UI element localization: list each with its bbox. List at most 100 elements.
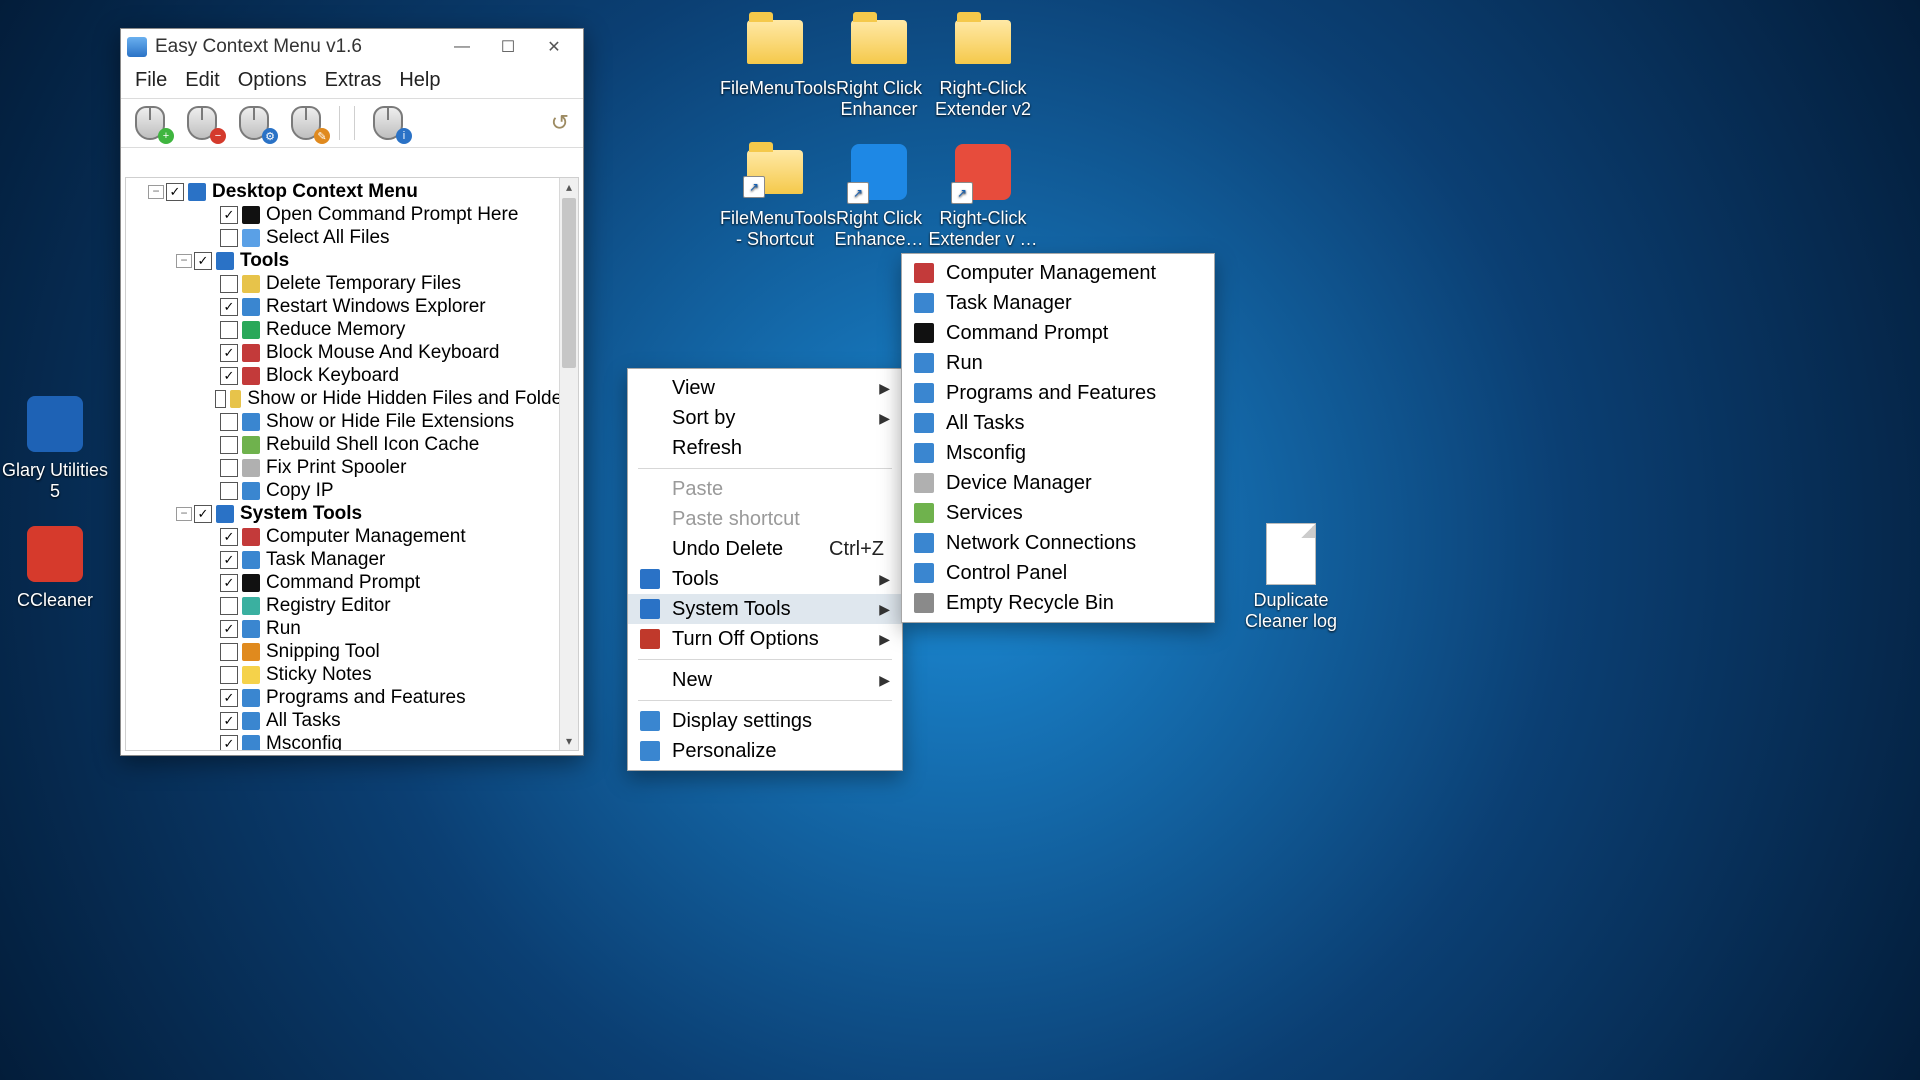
- checkbox[interactable]: [220, 413, 238, 431]
- remove-button[interactable]: −: [179, 103, 225, 143]
- close-button[interactable]: ✕: [531, 32, 577, 62]
- checkbox[interactable]: [215, 390, 227, 408]
- tree-row[interactable]: ✓Programs and Features: [130, 686, 578, 709]
- tree-row[interactable]: ✓Run: [130, 617, 578, 640]
- checkbox[interactable]: [220, 436, 238, 454]
- checkbox[interactable]: ✓: [220, 735, 238, 752]
- menu-item[interactable]: Computer Management: [902, 258, 1214, 288]
- menu-edit[interactable]: Edit: [185, 69, 219, 92]
- minimize-button[interactable]: —: [439, 32, 485, 62]
- menu-item[interactable]: Tools▶: [628, 564, 902, 594]
- checkbox[interactable]: ✓: [220, 298, 238, 316]
- desktop-icon[interactable]: ↗Right-Click Extender v …: [928, 140, 1038, 250]
- scroll-down-icon[interactable]: ▾: [560, 732, 578, 750]
- tree-row[interactable]: Sticky Notes: [130, 663, 578, 686]
- checkbox[interactable]: [220, 666, 238, 684]
- menu-item[interactable]: New▶: [628, 665, 902, 695]
- desktop-icon[interactable]: Right Click Enhancer: [824, 10, 934, 120]
- checkbox[interactable]: ✓: [194, 252, 212, 270]
- menu-item[interactable]: All Tasks: [902, 408, 1214, 438]
- tree-row[interactable]: ✓Block Keyboard: [130, 364, 578, 387]
- tree-row[interactable]: Show or Hide File Extensions: [130, 410, 578, 433]
- tree-row[interactable]: −✓Tools: [130, 249, 578, 272]
- checkbox[interactable]: ✓: [220, 689, 238, 707]
- desktop-icon[interactable]: Duplicate Cleaner log: [1236, 522, 1346, 632]
- tree-row[interactable]: Fix Print Spooler: [130, 456, 578, 479]
- tree-row[interactable]: Rebuild Shell Icon Cache: [130, 433, 578, 456]
- checkbox[interactable]: ✓: [220, 528, 238, 546]
- menu-item[interactable]: Task Manager: [902, 288, 1214, 318]
- maximize-button[interactable]: ☐: [485, 32, 531, 62]
- tree-row[interactable]: Reduce Memory: [130, 318, 578, 341]
- menu-item[interactable]: Services: [902, 498, 1214, 528]
- menu-item[interactable]: Personalize: [628, 736, 902, 766]
- tree-row[interactable]: −✓Desktop Context Menu: [130, 180, 578, 203]
- tree-view[interactable]: −✓Desktop Context Menu✓Open Command Prom…: [125, 177, 579, 751]
- menu-item[interactable]: Sort by▶: [628, 403, 902, 433]
- menu-item[interactable]: Network Connections: [902, 528, 1214, 558]
- tree-row[interactable]: ✓Task Manager: [130, 548, 578, 571]
- menu-file[interactable]: File: [135, 69, 167, 92]
- desktop-icon[interactable]: CCleaner: [0, 522, 110, 611]
- tree-row[interactable]: Delete Temporary Files: [130, 272, 578, 295]
- menu-item[interactable]: Device Manager: [902, 468, 1214, 498]
- settings-button[interactable]: ⚙: [231, 103, 277, 143]
- checkbox[interactable]: ✓: [220, 574, 238, 592]
- tree-row[interactable]: Snipping Tool: [130, 640, 578, 663]
- menu-item[interactable]: Control Panel: [902, 558, 1214, 588]
- menu-help[interactable]: Help: [399, 69, 440, 92]
- expand-toggle[interactable]: −: [176, 254, 192, 268]
- checkbox[interactable]: ✓: [220, 206, 238, 224]
- tree-row[interactable]: ✓Command Prompt: [130, 571, 578, 594]
- scroll-thumb[interactable]: [562, 198, 576, 368]
- menu-item[interactable]: Display settings: [628, 706, 902, 736]
- desktop-icon[interactable]: ↗FileMenuTools - Shortcut: [720, 140, 830, 250]
- menu-item[interactable]: Refresh: [628, 433, 902, 463]
- scroll-up-icon[interactable]: ▴: [560, 178, 578, 196]
- checkbox[interactable]: [220, 643, 238, 661]
- scrollbar[interactable]: ▴ ▾: [559, 178, 578, 750]
- desktop-icon[interactable]: ↗Right Click Enhance…: [824, 140, 934, 250]
- menu-item[interactable]: Programs and Features: [902, 378, 1214, 408]
- expand-toggle[interactable]: −: [176, 507, 192, 521]
- checkbox[interactable]: [220, 597, 238, 615]
- menu-item[interactable]: Command Prompt: [902, 318, 1214, 348]
- menu-extras[interactable]: Extras: [325, 69, 382, 92]
- checkbox[interactable]: [220, 321, 238, 339]
- tree-row[interactable]: −✓System Tools: [130, 502, 578, 525]
- menu-item[interactable]: Undo DeleteCtrl+Z: [628, 534, 902, 564]
- menubar[interactable]: FileEditOptionsExtrasHelp: [121, 65, 583, 98]
- tree-row[interactable]: ✓Open Command Prompt Here: [130, 203, 578, 226]
- system-tools-submenu[interactable]: Computer ManagementTask ManagerCommand P…: [901, 253, 1215, 623]
- desktop-context-menu[interactable]: View▶Sort by▶RefreshPastePaste shortcutU…: [627, 368, 903, 771]
- checkbox[interactable]: ✓: [220, 367, 238, 385]
- checkbox[interactable]: [220, 482, 238, 500]
- checkbox[interactable]: [220, 275, 238, 293]
- checkbox[interactable]: ✓: [220, 551, 238, 569]
- checkbox[interactable]: ✓: [194, 505, 212, 523]
- checkbox[interactable]: [220, 459, 238, 477]
- tree-row[interactable]: ✓Restart Windows Explorer: [130, 295, 578, 318]
- clean-button[interactable]: ✎: [283, 103, 329, 143]
- menu-item[interactable]: Msconfig: [902, 438, 1214, 468]
- checkbox[interactable]: ✓: [166, 183, 184, 201]
- menu-item[interactable]: Turn Off Options▶: [628, 624, 902, 654]
- menu-item[interactable]: System Tools▶: [628, 594, 902, 624]
- tree-row[interactable]: ✓Msconfig: [130, 732, 578, 751]
- tree-row[interactable]: Registry Editor: [130, 594, 578, 617]
- checkbox[interactable]: [220, 229, 238, 247]
- desktop-icon[interactable]: Glary Utilities 5: [0, 392, 110, 502]
- checkbox[interactable]: ✓: [220, 712, 238, 730]
- tree-row[interactable]: Copy IP: [130, 479, 578, 502]
- menu-item[interactable]: Run: [902, 348, 1214, 378]
- desktop-icon[interactable]: FileMenuTools: [720, 10, 830, 99]
- expand-toggle[interactable]: −: [148, 185, 164, 199]
- tree-row[interactable]: ✓Computer Management: [130, 525, 578, 548]
- desktop-icon[interactable]: Right-Click Extender v2: [928, 10, 1038, 120]
- tree-row[interactable]: Show or Hide Hidden Files and Folders: [130, 387, 578, 410]
- menu-item[interactable]: Empty Recycle Bin: [902, 588, 1214, 618]
- menu-item[interactable]: View▶: [628, 373, 902, 403]
- add-button[interactable]: +: [127, 103, 173, 143]
- checkbox[interactable]: ✓: [220, 344, 238, 362]
- titlebar[interactable]: Easy Context Menu v1.6 — ☐ ✕: [121, 29, 583, 65]
